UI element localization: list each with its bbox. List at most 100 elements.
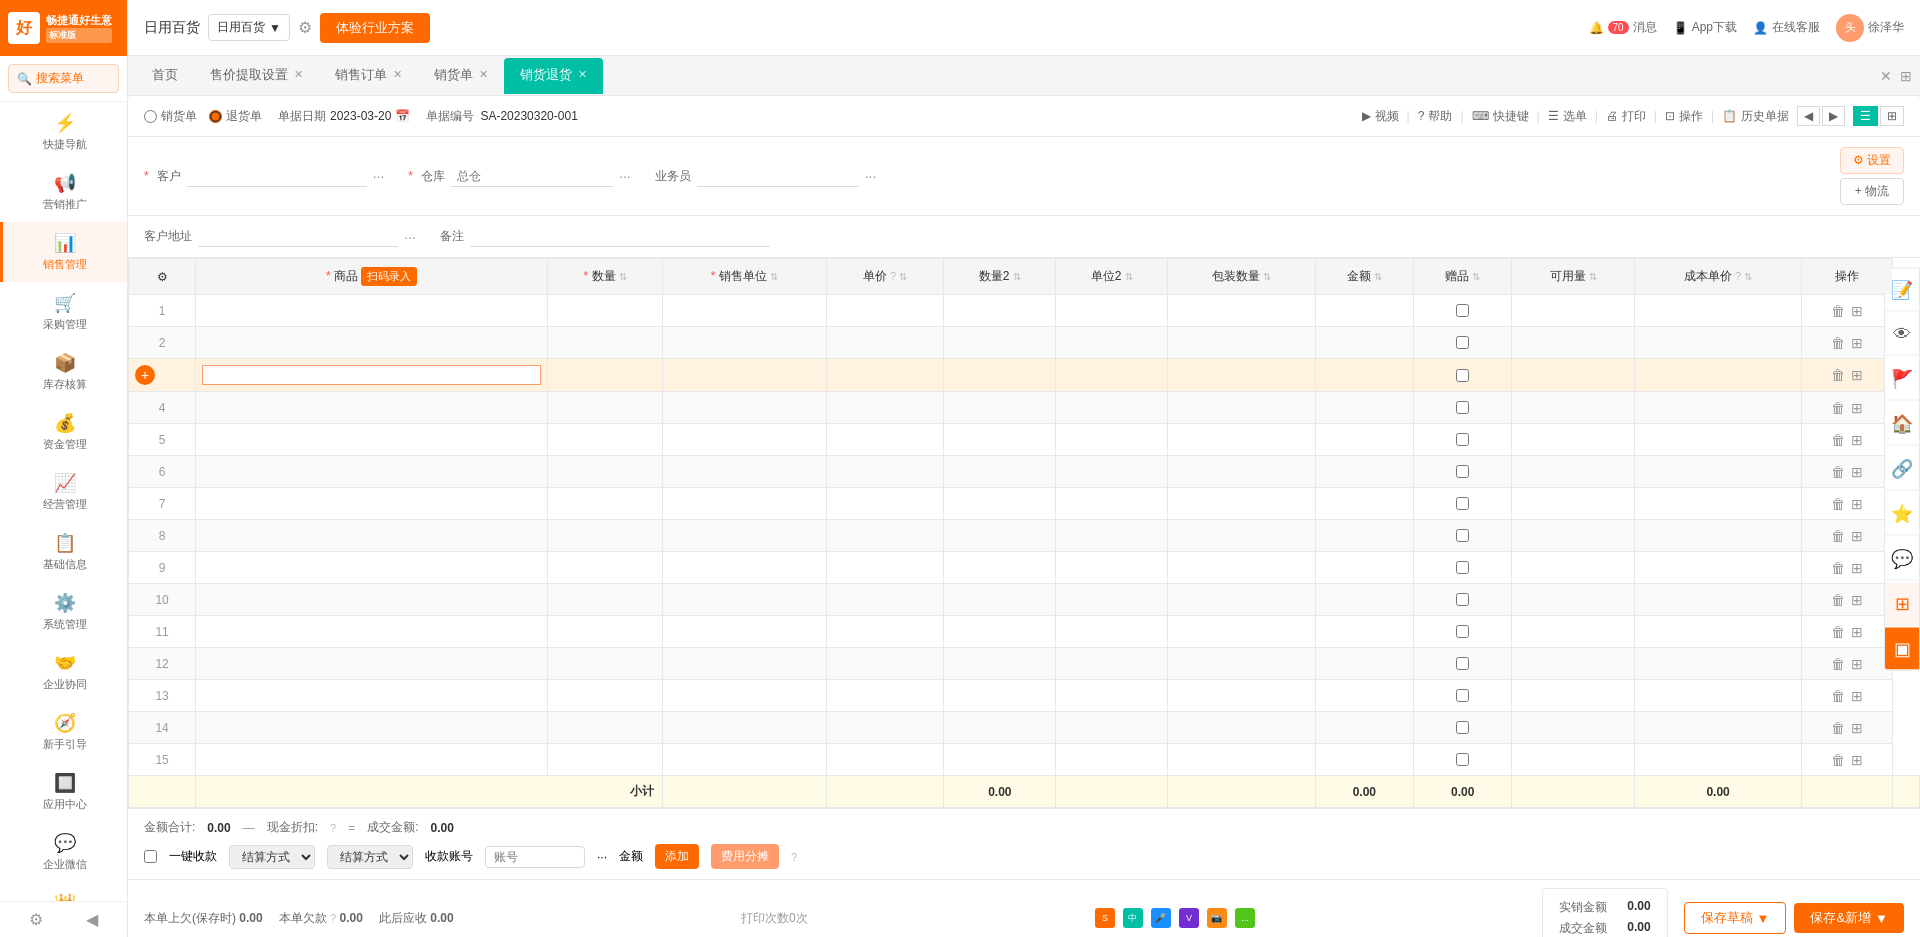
sale-unit-cell[interactable]	[663, 295, 827, 327]
pack-qty-cell[interactable]	[1168, 295, 1315, 327]
sidebar-item-wechat[interactable]: 💬 企业微信	[0, 822, 127, 882]
select-action[interactable]: ☰ 选单	[1548, 108, 1587, 125]
qty2-cell[interactable]	[944, 359, 1056, 392]
unit-price-cell[interactable]	[826, 359, 944, 392]
right-sidebar-house[interactable]: 🏠	[1885, 402, 1919, 445]
tab-home[interactable]: 首页	[136, 58, 194, 94]
address-input[interactable]	[198, 226, 398, 247]
user-avatar[interactable]: 头 徐泽华	[1836, 14, 1904, 42]
operation-action[interactable]: ⊡ 操作	[1665, 108, 1703, 125]
right-sidebar-table[interactable]: ⊞	[1885, 582, 1919, 625]
product-cell-active[interactable]	[196, 359, 548, 392]
copy-row-icon[interactable]: ⊞	[1851, 496, 1863, 512]
tab-sale-order-close[interactable]: ✕	[393, 68, 402, 81]
list-view-btn[interactable]: ☰	[1853, 106, 1878, 126]
available-cell[interactable]	[1512, 359, 1635, 392]
amount-cell[interactable]	[1315, 359, 1413, 392]
radio-sale-input[interactable]	[144, 110, 157, 123]
amount-cell[interactable]	[1315, 295, 1413, 327]
sale-unit-cell[interactable]	[663, 327, 827, 359]
tab-sale-price[interactable]: 售价提取设置 ✕	[194, 58, 319, 94]
fee-help-icon[interactable]: ?	[791, 851, 797, 863]
prev-record-btn[interactable]: ◀	[1797, 106, 1820, 126]
pack-qty-cell[interactable]	[1168, 359, 1315, 392]
qty2-cell[interactable]	[944, 327, 1056, 359]
cost-price-cell[interactable]	[1635, 359, 1802, 392]
copy-row-icon[interactable]: ⊞	[1851, 752, 1863, 768]
right-sidebar-flag[interactable]: 🚩	[1885, 357, 1919, 400]
copy-row-icon[interactable]: ⊞	[1851, 720, 1863, 736]
delete-row-icon[interactable]: 🗑	[1831, 560, 1845, 576]
installment-help-icon[interactable]: ?	[330, 912, 336, 924]
gift-checkbox[interactable]	[1456, 721, 1469, 734]
sidebar-item-appstore[interactable]: 🔲 应用中心	[0, 762, 127, 822]
sidebar-item-system[interactable]: ⚙️ 系统管理	[0, 582, 127, 642]
copy-row-icon[interactable]: ⊞	[1851, 335, 1863, 351]
copy-row-icon[interactable]: ⊞	[1851, 528, 1863, 544]
account-select-icon[interactable]: ···	[597, 850, 607, 864]
grid-view-btn[interactable]: ⊞	[1880, 106, 1904, 126]
billing-method-select[interactable]: 结算方式	[229, 845, 315, 869]
discount-help-icon[interactable]: ?	[330, 822, 336, 834]
sidebar-item-vip[interactable]: 👑 畅会员	[0, 882, 127, 901]
gift-checkbox[interactable]	[1456, 401, 1469, 414]
gift-cell[interactable]	[1414, 327, 1512, 359]
copy-row-icon[interactable]: ⊞	[1851, 400, 1863, 416]
help-action[interactable]: ? 帮助	[1418, 108, 1453, 125]
gift-checkbox[interactable]	[1456, 336, 1469, 349]
gift-checkbox[interactable]	[1456, 497, 1469, 510]
settings-button[interactable]: ⚙ 设置	[1840, 147, 1904, 174]
settings-footer-icon[interactable]: ⚙	[29, 910, 43, 929]
sidebar-item-shortcut[interactable]: ⚡ 快捷导航	[0, 102, 127, 162]
right-sidebar-star[interactable]: ⭐	[1885, 492, 1919, 535]
gift-checkbox[interactable]	[1456, 529, 1469, 542]
delete-row-icon[interactable]: 🗑	[1831, 656, 1845, 672]
sidebar-item-basic[interactable]: 📋 基础信息	[0, 522, 127, 582]
search-menu-button[interactable]: 🔍 搜索菜单	[8, 64, 119, 93]
tab-sale-bill[interactable]: 销货单 ✕	[418, 58, 504, 94]
page-select[interactable]: 日用百货 ▼	[208, 14, 290, 41]
sidebar-item-marketing[interactable]: 📢 营销推广	[0, 162, 127, 222]
qty2-cell[interactable]	[944, 295, 1056, 327]
customer-select-icon[interactable]: ···	[373, 168, 385, 184]
copy-row-icon[interactable]: ⊞	[1851, 367, 1863, 383]
warehouse-input[interactable]	[451, 166, 613, 187]
online-service-link[interactable]: 👤 在线客服	[1753, 19, 1820, 36]
tab-sale-order[interactable]: 销售订单 ✕	[319, 58, 418, 94]
tab-sale-price-close[interactable]: ✕	[294, 68, 303, 81]
gift-checkbox[interactable]	[1456, 593, 1469, 606]
one-click-payment-checkbox[interactable]	[144, 850, 157, 863]
sidebar-item-guide[interactable]: 🧭 新手引导	[0, 702, 127, 762]
delete-row-icon[interactable]: 🗑	[1831, 624, 1845, 640]
gift-cell[interactable]	[1414, 359, 1512, 392]
copy-row-icon[interactable]: ⊞	[1851, 560, 1863, 576]
history-action[interactable]: 📋 历史单据	[1722, 108, 1789, 125]
collapse-footer-icon[interactable]: ◀	[86, 910, 98, 929]
sidebar-item-enterprise[interactable]: 🤝 企业协同	[0, 642, 127, 702]
radio-return-input[interactable]	[209, 110, 222, 123]
delete-row-icon[interactable]: 🗑	[1831, 688, 1845, 704]
sidebar-item-purchase[interactable]: 🛒 采购管理	[0, 282, 127, 342]
qty-cell[interactable]	[548, 327, 663, 359]
gift-checkbox[interactable]	[1456, 657, 1469, 670]
app-download-link[interactable]: 📱 App下载	[1673, 19, 1737, 36]
delete-row-icon[interactable]: 🗑	[1831, 400, 1845, 416]
tab-sale-bill-close[interactable]: ✕	[479, 68, 488, 81]
delete-row-icon[interactable]: 🗑	[1831, 432, 1845, 448]
gift-checkbox[interactable]	[1456, 689, 1469, 702]
add-payment-button[interactable]: 添加	[655, 844, 699, 869]
fee-split-button[interactable]: 费用分摊	[711, 844, 779, 869]
available-cell[interactable]	[1512, 327, 1635, 359]
copy-row-icon[interactable]: ⊞	[1851, 464, 1863, 480]
unit2-cell[interactable]	[1056, 295, 1168, 327]
col-gear[interactable]: ⚙	[129, 259, 196, 295]
right-sidebar-link[interactable]: 🔗	[1885, 447, 1919, 490]
right-sidebar-orange[interactable]: ▣	[1885, 627, 1919, 669]
unit2-cell[interactable]	[1056, 359, 1168, 392]
copy-row-icon[interactable]: ⊞	[1851, 688, 1863, 704]
right-sidebar-chat[interactable]: 💬	[1885, 537, 1919, 580]
qty-cell[interactable]	[548, 295, 663, 327]
sidebar-item-inventory[interactable]: 📦 库存核算	[0, 342, 127, 402]
delete-row-icon[interactable]: 🗑	[1831, 464, 1845, 480]
remark-input[interactable]	[470, 226, 770, 247]
